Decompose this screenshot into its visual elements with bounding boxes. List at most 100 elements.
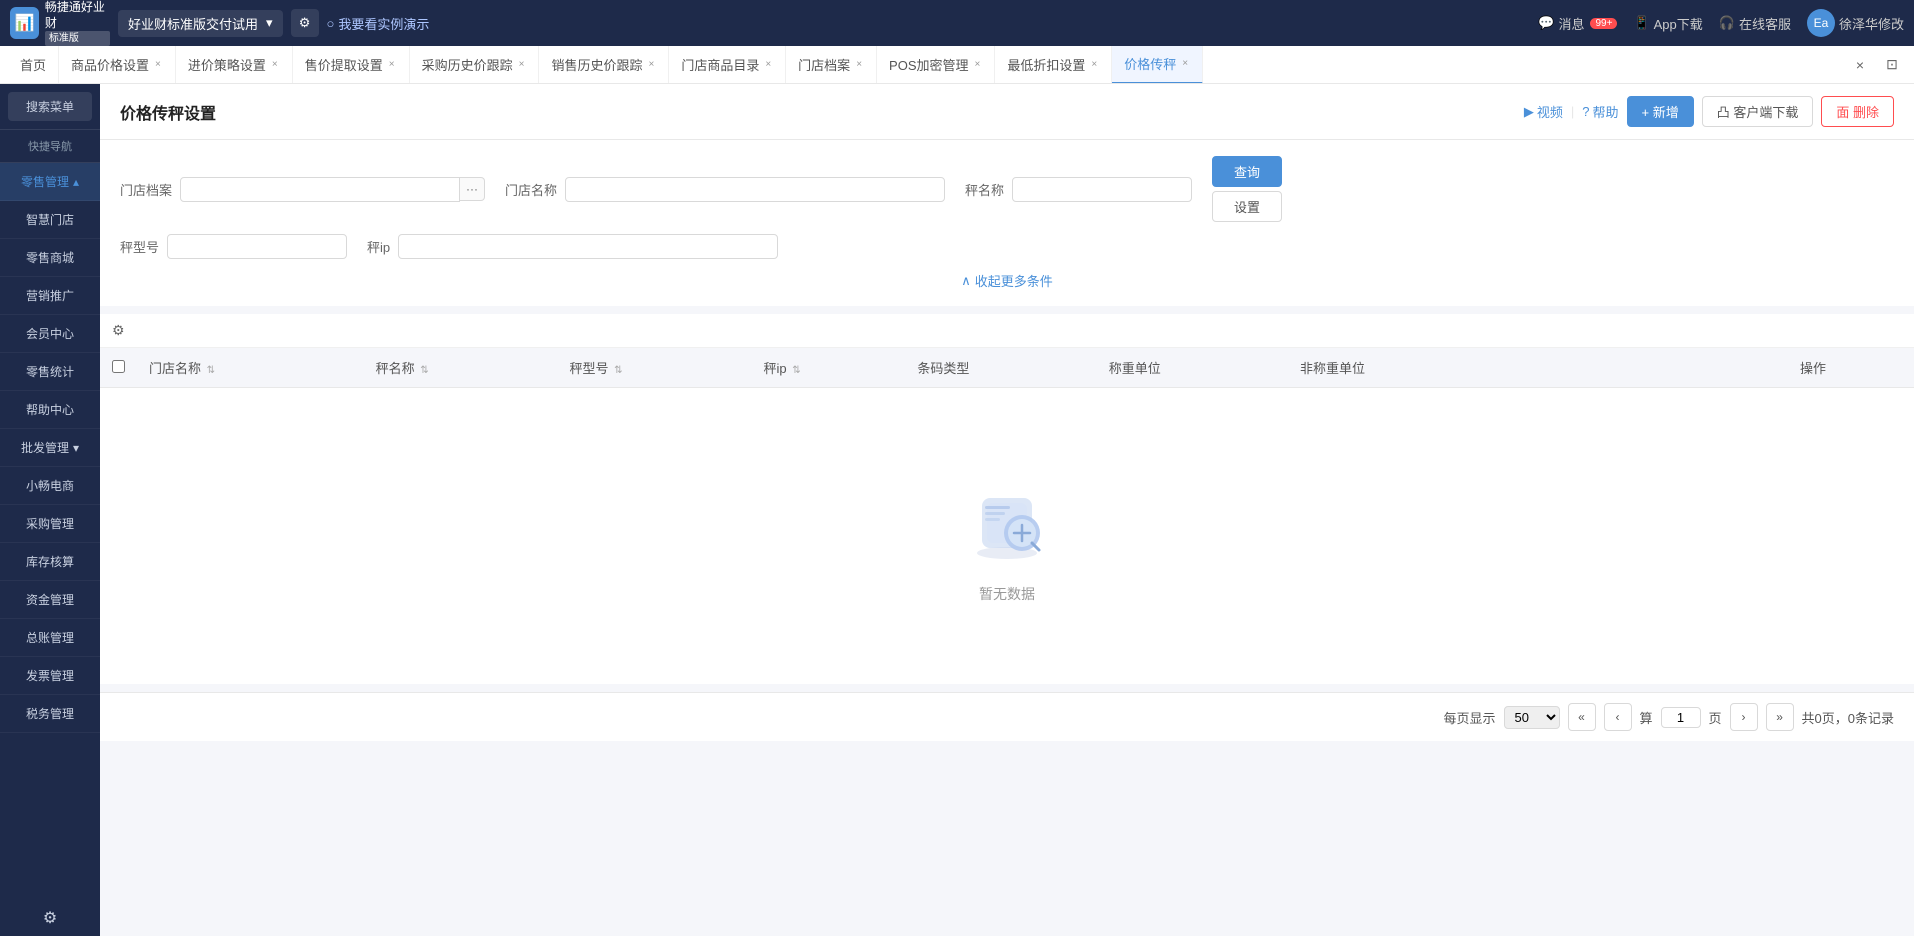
tab-close-icon[interactable]: × [1089, 59, 1099, 70]
sort-icon[interactable]: ⇅ [207, 365, 215, 376]
table-header-scale-model: 秤型号 ⇅ [558, 348, 752, 388]
sidebar-quick-nav[interactable]: 快捷导航 [0, 130, 100, 163]
tab-close-icon[interactable]: × [646, 59, 656, 70]
filter-scale-model-label: 秤型号 [120, 237, 159, 256]
app-selector[interactable]: 好业财标准版交付试用 ▾ [118, 10, 283, 37]
prev-page-button[interactable]: ‹ [1604, 703, 1632, 731]
app-download-label: App下载 [1654, 14, 1703, 33]
scale-model-input[interactable] [167, 234, 347, 259]
sidebar-item-finance[interactable]: 资金管理 [0, 581, 100, 619]
store-archive-dots-button[interactable]: ··· [460, 177, 485, 201]
tab-close-icon[interactable]: × [763, 59, 773, 70]
sort-icon[interactable]: ⇅ [792, 365, 800, 376]
store-archive-input-group: ··· [180, 177, 485, 202]
sidebar-item-help-center[interactable]: 帮助中心 [0, 391, 100, 429]
page-number-input[interactable] [1661, 707, 1701, 728]
help-link[interactable]: ? 帮助 [1582, 102, 1618, 121]
tab-home[interactable]: 首页 [8, 46, 59, 84]
search-menu-button[interactable]: 搜索菜单 [8, 92, 92, 121]
demo-button[interactable]: ○ 我要看实例演示 [327, 14, 430, 33]
tab-pos-management[interactable]: POS加密管理 × [877, 46, 995, 84]
table-header-non-weight-unit: 非称重单位 [1288, 348, 1788, 388]
download-button[interactable]: 凸 客户端下载 [1702, 96, 1814, 127]
sidebar-item-member-center[interactable]: 会员中心 [0, 315, 100, 353]
version-badge: 标准版 [45, 31, 110, 46]
sidebar-item-xiao-ecom[interactable]: 小畅电商 [0, 467, 100, 505]
sidebar-label-marketing: 营销推广 [26, 287, 74, 304]
table-header-barcode-type: 条码类型 [905, 348, 1096, 388]
store-archive-input[interactable] [180, 177, 460, 202]
tab-close-icon[interactable]: × [517, 59, 527, 70]
filter-scale-ip: 秤ip [367, 234, 778, 259]
tab-close-icon[interactable]: × [973, 59, 983, 70]
first-page-button[interactable]: « [1568, 703, 1596, 731]
table-header-scale-ip: 秤ip ⇅ [751, 348, 905, 388]
sort-icon[interactable]: ⇅ [614, 365, 622, 376]
tab-close-icon[interactable]: × [854, 59, 864, 70]
filter-row-2: 秤型号 秤ip [120, 234, 1894, 259]
empty-row: 暂无数据 [100, 388, 1914, 685]
tab-store-profile[interactable]: 门店档案 × [786, 46, 877, 84]
tab-close-icon[interactable]: × [387, 59, 397, 70]
close-tab-button[interactable]: × [1846, 51, 1874, 79]
sidebar-item-wholesale-mgmt[interactable]: 批发管理 ▾ [0, 429, 100, 467]
last-page-button[interactable]: » [1766, 703, 1794, 731]
sidebar-item-retail-mall[interactable]: 零售商城 [0, 239, 100, 277]
sidebar-item-purchase-mgmt[interactable]: 采购管理 [0, 505, 100, 543]
tab-min-discount[interactable]: 最低折扣设置 × [995, 46, 1112, 84]
sort-icon[interactable]: ⇅ [420, 365, 428, 376]
tab-purchase-strategy[interactable]: 进价策略设置 × [176, 46, 293, 84]
chevron-down-icon: ▾ [73, 441, 79, 455]
select-all-checkbox[interactable] [112, 360, 125, 373]
scale-name-input[interactable] [1012, 177, 1192, 202]
tab-close-icon[interactable]: × [153, 59, 163, 70]
expand-tab-button[interactable]: ⊡ [1878, 51, 1906, 79]
sidebar-item-ledger[interactable]: 总账管理 [0, 619, 100, 657]
online-service-button[interactable]: 🎧 在线客服 [1719, 14, 1791, 33]
demo-label: 我要看实例演示 [338, 14, 429, 33]
tab-sale-history[interactable]: 销售历史价跟踪 × [539, 46, 669, 84]
delete-button[interactable]: 面 删除 [1821, 96, 1894, 127]
tab-price-scale[interactable]: 价格传秤 × [1112, 46, 1203, 84]
table-col-non-weight-unit-label: 非称重单位 [1300, 361, 1365, 376]
sidebar-item-smart-store[interactable]: 智慧门店 [0, 201, 100, 239]
tab-store-catalog[interactable]: 门店商品目录 × [669, 46, 786, 84]
video-link[interactable]: ▶ 视频 [1524, 102, 1563, 121]
settings-button[interactable]: 设置 [1212, 191, 1282, 222]
sidebar-item-tax[interactable]: 税务管理 [0, 695, 100, 733]
store-name-input[interactable] [565, 177, 945, 202]
table-config-icon[interactable]: ⚙ [112, 322, 125, 339]
table-col-store-name-label: 门店名称 [149, 361, 201, 376]
scale-ip-input[interactable] [398, 234, 778, 259]
pagination-bar: 每页显示 50 10 20 100 « ‹ 算 页 › » 共0页，0条记录 [100, 692, 1914, 741]
next-page-button[interactable]: › [1730, 703, 1758, 731]
top-bar-left: 📊 畅捷通好业财 标准版 好业财标准版交付试用 ▾ ⚙ ○ 我要看实例演示 [10, 0, 429, 46]
tab-close-icon[interactable]: × [270, 59, 280, 70]
user-name: 徐泽华修改 [1839, 14, 1904, 33]
sidebar-item-invoice[interactable]: 发票管理 [0, 657, 100, 695]
app-download-button[interactable]: 📱 App下载 [1633, 14, 1702, 33]
sidebar-label-tax: 税务管理 [26, 705, 74, 722]
tab-close-icon[interactable]: × [1180, 58, 1190, 69]
query-button[interactable]: 查询 [1212, 156, 1282, 187]
sidebar-item-retail-stats[interactable]: 零售统计 [0, 353, 100, 391]
tab-sale-extract[interactable]: 售价提取设置 × [293, 46, 410, 84]
sidebar-settings-button[interactable]: ⚙ [43, 908, 57, 928]
sidebar-item-inventory[interactable]: 库存核算 [0, 543, 100, 581]
message-icon: 💬 [1538, 15, 1554, 31]
page-size-select[interactable]: 50 10 20 100 [1504, 706, 1560, 729]
tabs-actions: × ⊡ [1846, 51, 1906, 79]
collapse-label: 收起更多条件 [975, 271, 1053, 290]
avatar: Ea [1807, 9, 1835, 37]
add-button[interactable]: + 新增 [1627, 96, 1694, 127]
user-menu-button[interactable]: Ea 徐泽华修改 [1807, 9, 1904, 37]
message-button[interactable]: 💬 消息 99+ [1538, 14, 1617, 33]
tab-purchase-history[interactable]: 采购历史价跟踪 × [410, 46, 540, 84]
tab-price-settings[interactable]: 商品价格设置 × [59, 46, 176, 84]
collapse-button[interactable]: ∧ 收起更多条件 [961, 271, 1053, 290]
top-settings-button[interactable]: ⚙ [291, 9, 319, 37]
sidebar-item-retail-mgmt[interactable]: 零售管理 ▴ [0, 163, 100, 201]
main-layout: 搜索菜单 快捷导航 零售管理 ▴ 智慧门店 零售商城 营销推广 会员中心 零售统… [0, 84, 1914, 936]
sidebar-item-marketing[interactable]: 营销推广 [0, 277, 100, 315]
page-actions: ▶ 视频 | ? 帮助 + 新增 凸 客户端下载 面 删除 [1524, 96, 1894, 127]
